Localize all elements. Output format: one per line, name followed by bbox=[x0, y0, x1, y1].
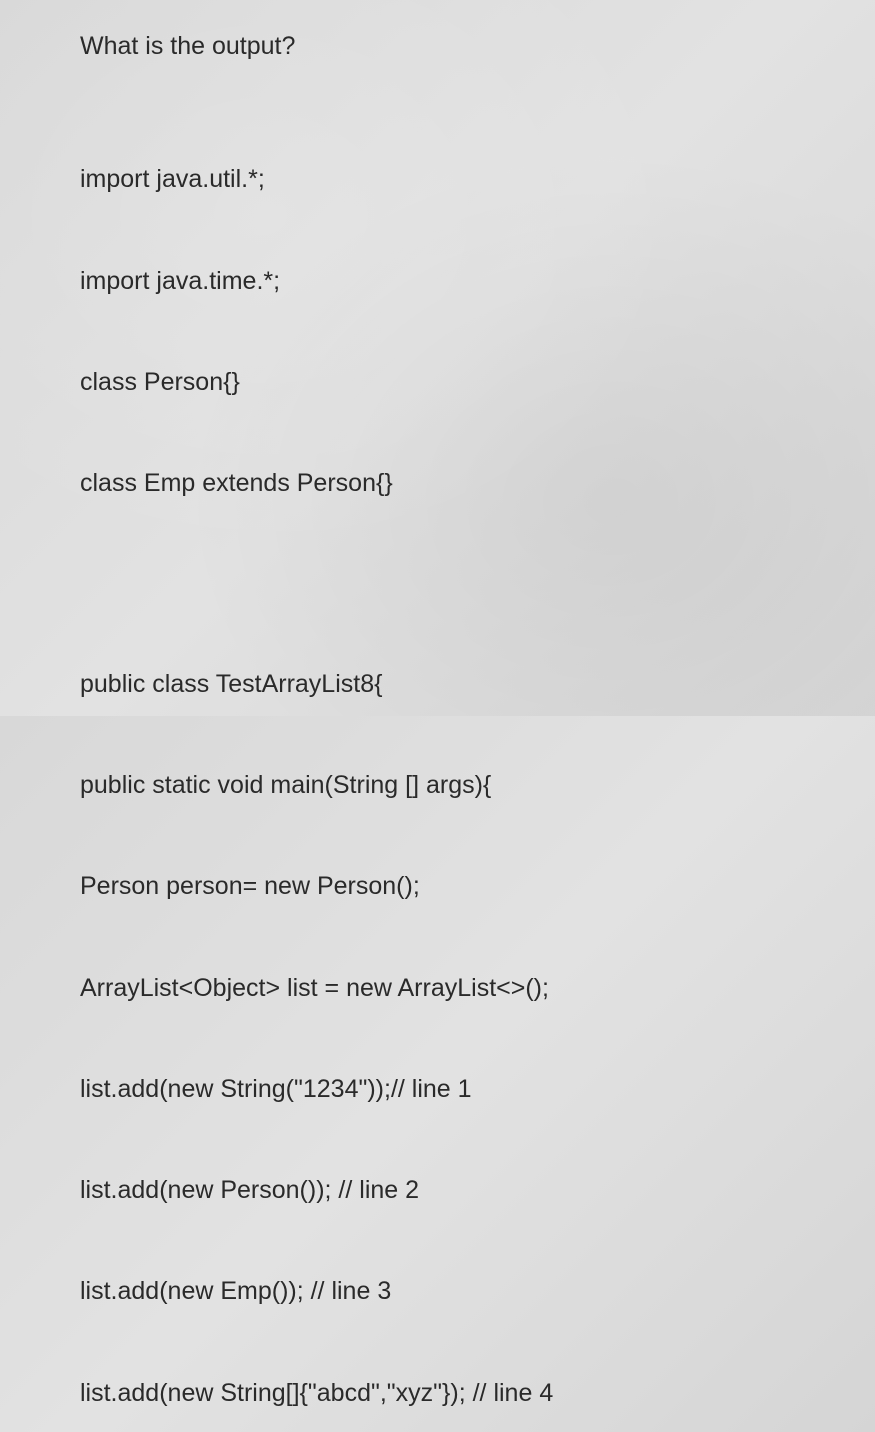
code-line: import java.util.*; bbox=[80, 163, 795, 197]
code-block: import java.util.*; import java.time.*; … bbox=[80, 96, 795, 1432]
code-line: public class TestArrayList8{ bbox=[80, 668, 795, 702]
blank-line bbox=[80, 568, 795, 600]
code-line: list.add(new Emp()); // line 3 bbox=[80, 1275, 795, 1309]
code-line: Person person= new Person(); bbox=[80, 870, 795, 904]
code-line: list.add(new String("1234"));// line 1 bbox=[80, 1073, 795, 1107]
question-prompt: What is the output? bbox=[80, 30, 795, 64]
code-line: public static void main(String [] args){ bbox=[80, 769, 795, 803]
code-line: list.add(new Person()); // line 2 bbox=[80, 1174, 795, 1208]
code-line: import java.time.*; bbox=[80, 265, 795, 299]
code-line: class Emp extends Person{} bbox=[80, 467, 795, 501]
code-line: class Person{} bbox=[80, 366, 795, 400]
question-content: What is the output? import java.util.*; … bbox=[80, 30, 795, 1432]
code-line: list.add(new String[]{"abcd","xyz"}); //… bbox=[80, 1377, 795, 1411]
code-line: ArrayList<Object> list = new ArrayList<>… bbox=[80, 972, 795, 1006]
